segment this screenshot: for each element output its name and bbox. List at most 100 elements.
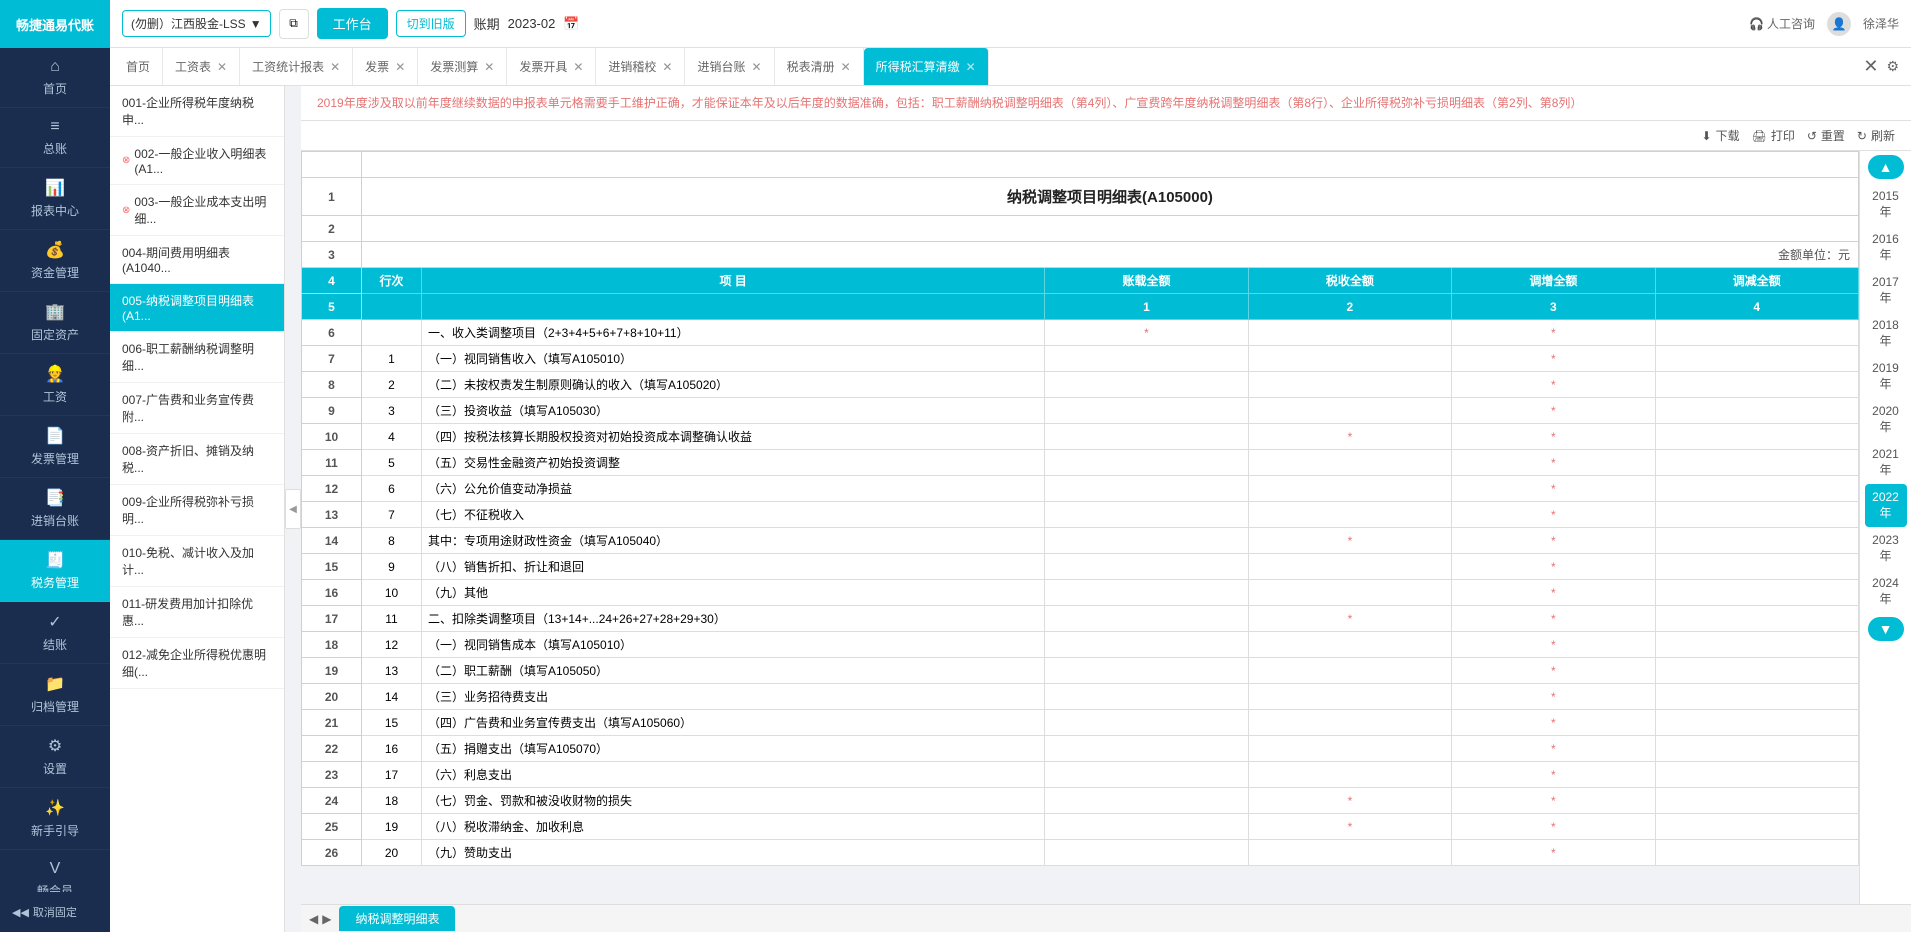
tab-close-salary[interactable]: ✕ xyxy=(217,60,227,74)
close-all-tabs[interactable]: ✕ ⚙ xyxy=(1855,56,1907,77)
table-row: 13 7 （七）不征税收入 * xyxy=(302,502,1859,528)
year-scroll-down[interactable]: ▼ xyxy=(1868,617,1904,641)
table-row: 6 一、收入类调整项目（2+3+4+5+6+7+8+10+11） * * xyxy=(302,320,1859,346)
panel-collapse-button[interactable]: ◀ xyxy=(285,489,301,529)
sidebar-item-invoice-mgmt[interactable]: 📄发票管理 xyxy=(0,416,110,478)
period-display: 账期 2023-02 📅 xyxy=(474,14,580,33)
sidebar-item-guide[interactable]: ✨新手引导 xyxy=(0,788,110,850)
left-panel-item-009[interactable]: 009-企业所得税弥补亏损明... xyxy=(110,485,284,536)
tab-invoice-calc[interactable]: 发票测算✕ xyxy=(418,48,507,86)
tab-close-income-tax[interactable]: ✕ xyxy=(966,60,976,74)
reset-button[interactable]: ↺ 重置 xyxy=(1807,127,1845,144)
sidebar-item-salary[interactable]: 👷工资 xyxy=(0,354,110,416)
table-row: 10 4 （四）按税法核算长期股权投资对初始投资成本调整确认收益 * * xyxy=(302,424,1859,450)
sidebar-item-fund[interactable]: 💰资金管理 xyxy=(0,230,110,292)
tab-income-tax[interactable]: 所得税汇算清缴✕ xyxy=(864,48,989,86)
sidebar-item-member[interactable]: V畅会员 xyxy=(0,850,110,892)
year-item-2020年[interactable]: 2020年 xyxy=(1865,398,1907,441)
sidebar-pin-toggle[interactable]: ◀◀ 取消固定 xyxy=(8,900,102,924)
sidebar-item-ledger[interactable]: ≡总账 xyxy=(0,108,110,168)
old-version-button[interactable]: 切到旧版 xyxy=(396,10,466,37)
sidebar-item-report[interactable]: 📊报表中心 xyxy=(0,168,110,230)
tab-close-invoice-calc[interactable]: ✕ xyxy=(484,60,494,74)
table-row: 12 6 （六）公允价值变动净损益 * xyxy=(302,476,1859,502)
year-item-2022年[interactable]: 2022年 xyxy=(1865,484,1907,527)
sidebar-item-close[interactable]: ✓结账 xyxy=(0,602,110,664)
tab-close-purchase-ledger[interactable]: ✕ xyxy=(752,60,762,74)
period-label: 账期 xyxy=(474,14,500,33)
tab-close-invoice-open[interactable]: ✕ xyxy=(573,60,583,74)
left-panel-item-004[interactable]: 004-期间费用明细表(A1040... xyxy=(110,236,284,284)
tab-tax-clear[interactable]: 税表清册✕ xyxy=(775,48,864,86)
download-button[interactable]: ⬇ 下载 xyxy=(1702,127,1740,144)
left-panel-item-012[interactable]: 012-减免企业所得税优惠明细(... xyxy=(110,638,284,689)
tab-purchase-ledger[interactable]: 进销台账✕ xyxy=(685,48,774,86)
sheet-nav-prev[interactable]: ◀ xyxy=(309,912,318,926)
sidebar-item-settings[interactable]: ⚙设置 xyxy=(0,726,110,788)
sheet-tab-item[interactable]: 纳税调整明细表 xyxy=(339,906,455,931)
tab-invoice-open[interactable]: 发票开具✕ xyxy=(507,48,596,86)
table-row: 19 13 （二）职工薪酬（填写A105050） * xyxy=(302,658,1859,684)
table-row: 7 1 （一）视同销售收入（填写A105010） * xyxy=(302,346,1859,372)
refresh-button[interactable]: ↻ 刷新 xyxy=(1857,127,1895,144)
year-item-2018年[interactable]: 2018年 xyxy=(1865,312,1907,355)
tab-salary-report[interactable]: 工资统计报表✕ xyxy=(240,48,353,86)
tab-close-purchase-check[interactable]: ✕ xyxy=(662,60,672,74)
data-table: 1 纳税调整项目明细表(A105000)23 金额单位：元4 行次 项 目 账载… xyxy=(301,151,1859,866)
left-panel-item-001[interactable]: 001-企业所得税年度纳税申... xyxy=(110,86,284,137)
sheet-nav-next[interactable]: ▶ xyxy=(322,912,331,926)
row-num-1: 1 xyxy=(302,178,362,216)
table-row: 24 18 （七）罚金、罚款和被没收财物的损失 * * xyxy=(302,788,1859,814)
consult-btn[interactable]: 🎧 人工咨询 xyxy=(1749,15,1815,32)
sheet-toolbar: ⬇ 下载 🖨 打印 ↺ 重置 ↻ 刷新 xyxy=(301,121,1911,151)
sidebar-nav: ⌂首页≡总账📊报表中心💰资金管理🏢固定资产👷工资📄发票管理📑进销台账🧾税务管理✓… xyxy=(0,48,110,892)
tab-invoice[interactable]: 发票✕ xyxy=(353,48,418,86)
year-item-2016年[interactable]: 2016年 xyxy=(1865,226,1907,269)
sidebar-item-purchase[interactable]: 📑进销台账 xyxy=(0,478,110,540)
year-item-2017年[interactable]: 2017年 xyxy=(1865,269,1907,312)
sheet-nav-left[interactable]: ◀ ▶ xyxy=(309,912,331,926)
company-selector[interactable]: (勿删）江西股金-LSS ▼ xyxy=(122,10,271,37)
sheet-title: 纳税调整项目明细表(A105000) xyxy=(362,178,1859,216)
left-panel-item-007[interactable]: 007-广告费和业务宣传费附... xyxy=(110,383,284,434)
left-panel-item-005[interactable]: 005-纳税调整项目明细表(A1... xyxy=(110,284,284,332)
workbench-button[interactable]: 工作台 xyxy=(317,8,388,39)
left-panel-item-010[interactable]: 010-免税、减计收入及加计... xyxy=(110,536,284,587)
left-panel-item-008[interactable]: 008-资产折旧、摊销及纳税... xyxy=(110,434,284,485)
table-row: 20 14 （三）业务招待费支出 * xyxy=(302,684,1859,710)
left-panel-item-011[interactable]: 011-研发费用加计扣除优惠... xyxy=(110,587,284,638)
print-button[interactable]: 🖨 打印 xyxy=(1752,127,1795,144)
calendar-icon[interactable]: 📅 xyxy=(563,16,579,32)
content-area: 001-企业所得税年度纳税申...⊗002-一般企业收入明细表(A1...⊗00… xyxy=(110,86,1911,932)
year-item-2019年[interactable]: 2019年 xyxy=(1865,355,1907,398)
year-item-2024年[interactable]: 2024年 xyxy=(1865,570,1907,613)
left-panel-item-006[interactable]: 006-职工薪酬纳税调整明细... xyxy=(110,332,284,383)
reset-icon: ↺ xyxy=(1807,129,1817,143)
year-item-2023年[interactable]: 2023年 xyxy=(1865,527,1907,570)
sidebar-item-archive[interactable]: 📁归档管理 xyxy=(0,664,110,726)
period-value: 2023-02 xyxy=(508,16,556,31)
tab-salary[interactable]: 工资表✕ xyxy=(163,48,240,86)
year-item-2021年[interactable]: 2021年 xyxy=(1865,441,1907,484)
year-scroll-up[interactable]: ▲ xyxy=(1868,155,1904,179)
year-sidebar: ▲ 2015年2016年2017年2018年2019年2020年2021年202… xyxy=(1859,151,1911,904)
company-label: (勿删）江西股金-LSS xyxy=(131,15,246,32)
right-panel: 2019年度涉及取以前年度继续数据的申报表单元格需要手工维护正确，才能保证本年及… xyxy=(301,86,1911,932)
tab-close-tax-clear[interactable]: ✕ xyxy=(841,60,851,74)
sidebar-item-tax[interactable]: 🧾税务管理 xyxy=(0,540,110,602)
left-panel-item-003[interactable]: ⊗003-一般企业成本支出明细... xyxy=(110,185,284,236)
sidebar-item-home[interactable]: ⌂首页 xyxy=(0,48,110,108)
user-name: 徐泽华 xyxy=(1863,15,1899,32)
tab-purchase-check[interactable]: 进销稽校✕ xyxy=(596,48,685,86)
left-panel-item-002[interactable]: ⊗002-一般企业收入明细表(A1... xyxy=(110,137,284,185)
download-icon: ⬇ xyxy=(1702,129,1712,143)
table-row: 18 12 （一）视同销售成本（填写A105010） * xyxy=(302,632,1859,658)
copy-icon[interactable]: ⧉ xyxy=(279,9,309,39)
tab-close-salary-report[interactable]: ✕ xyxy=(330,60,340,74)
table-row: 15 9 （八）销售折扣、折让和退回 * xyxy=(302,554,1859,580)
tab-close-invoice[interactable]: ✕ xyxy=(395,60,405,74)
year-item-2015年[interactable]: 2015年 xyxy=(1865,183,1907,226)
tab-home[interactable]: 首页 xyxy=(114,48,163,86)
sidebar-item-fixed-asset[interactable]: 🏢固定资产 xyxy=(0,292,110,354)
table-row: 22 16 （五）捐赠支出（填写A105070） * xyxy=(302,736,1859,762)
